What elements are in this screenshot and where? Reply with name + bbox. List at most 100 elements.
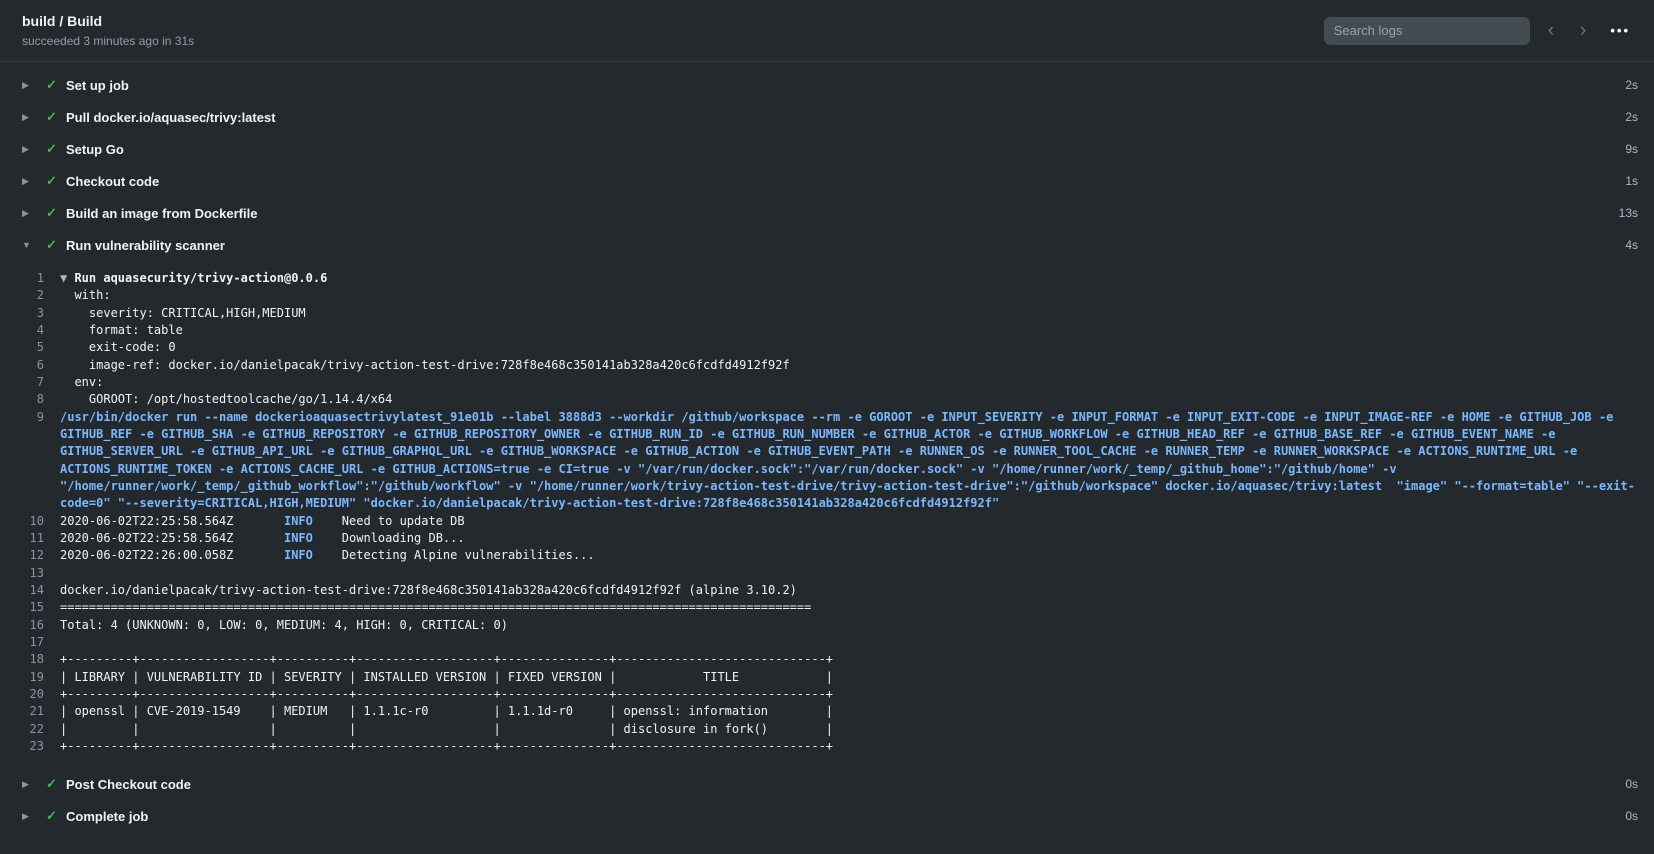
chevron-right-icon[interactable]: ▶ (22, 80, 46, 91)
line-number[interactable]: 9 (0, 409, 44, 513)
log-text: ========================================… (60, 599, 1654, 616)
log-line: 14 docker.io/danielpacak/trivy-action-tes… (0, 582, 1654, 599)
step-row-checkout-code[interactable]: ▶ ✓ Checkout code 1s (0, 165, 1654, 197)
log-group-toggle-icon[interactable]: ▼ (60, 271, 74, 285)
line-number[interactable]: 7 (0, 374, 44, 391)
step-label: Pull docker.io/aquasec/trivy:latest (66, 109, 276, 125)
log-text: /usr/bin/docker run --name dockerioaquas… (60, 409, 1654, 513)
chevron-down-icon[interactable]: ▼ (22, 240, 46, 250)
log-line: 13 (0, 565, 1654, 582)
log-line: 4 format: table (0, 322, 1654, 339)
log-segment: 2020-06-02T22:26:00.058Z (60, 548, 284, 563)
log-segment: ========================================… (60, 600, 812, 615)
log-segment: severity: CRITICAL,HIGH,MEDIUM (60, 305, 306, 320)
log-line: 17 (0, 634, 1654, 651)
line-number[interactable]: 22 (0, 721, 44, 738)
log-line: 9/usr/bin/docker run --name dockerioaqua… (0, 409, 1654, 513)
log-segment: | openssl | CVE-2019-1549 | MEDIUM | 1.1… (60, 704, 834, 719)
line-number[interactable]: 15 (0, 599, 44, 616)
log-line: 15 ======================================… (0, 599, 1654, 616)
line-number[interactable]: 14 (0, 582, 44, 599)
log-line: 22 | | | | | | disclosure in fork() | (0, 721, 1654, 738)
prev-match-button[interactable]: ‹ (1540, 17, 1562, 45)
check-icon: ✓ (46, 141, 57, 156)
step-row-pull-docker-io-aquasec-trivy-latest[interactable]: ▶ ✓ Pull docker.io/aquasec/trivy:latest 2s (0, 101, 1654, 133)
step-duration: 13s (1618, 206, 1638, 220)
chevron-right-icon[interactable]: ▶ (22, 779, 46, 790)
step-label: Post Checkout code (66, 776, 191, 792)
log-text: Total: 4 (UNKNOWN: 0, LOW: 0, MEDIUM: 4,… (60, 617, 1654, 634)
log-text: env: (60, 374, 1654, 391)
chevron-right-icon[interactable]: ▶ (22, 176, 46, 187)
step-duration: 0s (1625, 809, 1638, 824)
log-segment: | LIBRARY | VULNERABILITY ID | SEVERITY … (60, 669, 834, 684)
check-icon: ✓ (46, 109, 57, 124)
step-duration: 9s (1625, 142, 1638, 156)
line-number[interactable]: 5 (0, 339, 44, 356)
log-segment: exit-code: 0 (60, 340, 176, 355)
log-text: ▼ Run aquasecurity/trivy-action@0.0.6 (60, 270, 1654, 287)
line-number[interactable]: 13 (0, 565, 44, 582)
line-number[interactable]: 1 (0, 270, 44, 287)
log-segment: INFO (283, 513, 313, 528)
line-number[interactable]: 23 (0, 738, 44, 755)
log-segment: GOROOT: /opt/hostedtoolcache/go/1.14.4/x… (60, 392, 393, 407)
log-text: 2020-06-02T22:25:58.564Z INFO Need to up… (60, 513, 1654, 530)
log-text: +---------+------------------+----------… (60, 738, 1654, 755)
line-number[interactable]: 21 (0, 703, 44, 720)
step-duration: 0s (1625, 777, 1638, 792)
line-number[interactable]: 18 (0, 651, 44, 668)
step-row-setup-go[interactable]: ▶ ✓ Setup Go 9s (0, 133, 1654, 165)
page-title: build / Build (22, 13, 194, 29)
line-number[interactable]: 19 (0, 669, 44, 686)
job-status: succeeded 3 minutes ago in 31s (22, 34, 195, 48)
line-number[interactable]: 12 (0, 547, 44, 564)
log-text: +---------+------------------+----------… (60, 686, 1654, 703)
line-number[interactable]: 3 (0, 305, 44, 322)
check-icon: ✓ (46, 237, 57, 252)
check-icon: ✓ (46, 808, 57, 824)
log-line: 5 exit-code: 0 (0, 339, 1654, 356)
search-input[interactable] (1323, 16, 1530, 45)
log-line: 2 with: (0, 287, 1654, 304)
log-text: docker.io/danielpacak/trivy-action-test-… (60, 582, 1654, 599)
line-number[interactable]: 16 (0, 617, 44, 634)
log-segment: Run aquasecurity/trivy-action@0.0.6 (74, 271, 328, 285)
log-text: with: (60, 287, 1654, 304)
log-text: | LIBRARY | VULNERABILITY ID | SEVERITY … (60, 669, 1654, 686)
log-segment: /usr/bin/docker run --name dockerioaquas… (60, 409, 1635, 511)
log-segment: INFO (283, 530, 313, 545)
line-number[interactable]: 4 (0, 322, 44, 339)
step-row-complete-job[interactable]: ▶ ✓ Complete job 0s (0, 800, 1654, 832)
chevron-right-icon: › (1580, 19, 1587, 41)
line-number[interactable]: 20 (0, 686, 44, 703)
log-text: +---------+------------------+----------… (60, 651, 1654, 668)
chevron-right-icon[interactable]: ▶ (22, 811, 46, 822)
chevron-right-icon[interactable]: ▶ (22, 112, 46, 123)
log-segment: Downloading DB... (312, 530, 465, 545)
line-number[interactable]: 11 (0, 530, 44, 547)
step-row-build-an-image-from-dockerfile[interactable]: ▶ ✓ Build an image from Dockerfile 13s (0, 197, 1654, 229)
log-text: format: table (60, 322, 1654, 339)
more-options-button[interactable]: ••• (1604, 17, 1638, 45)
step-row-run-vulnerability-scanner[interactable]: ▼ ✓ Run vulnerability scanner 4s (0, 229, 1654, 261)
next-match-button[interactable]: › (1572, 17, 1594, 45)
line-number[interactable]: 17 (0, 634, 44, 651)
step-row-set-up-job[interactable]: ▶ ✓ Set up job 2s (0, 69, 1654, 101)
log-segment: +---------+------------------+----------… (60, 652, 834, 667)
step-row-post-checkout-code[interactable]: ▶ ✓ Post Checkout code 0s (0, 768, 1654, 800)
line-number[interactable]: 2 (0, 287, 44, 304)
step-label: Build an image from Dockerfile (66, 205, 258, 221)
step-duration: 4s (1625, 238, 1638, 252)
log-line: 8 GOROOT: /opt/hostedtoolcache/go/1.14.4… (0, 391, 1654, 408)
chevron-right-icon[interactable]: ▶ (22, 144, 46, 155)
line-number[interactable]: 8 (0, 391, 44, 408)
log-segment: Total: 4 (UNKNOWN: 0, LOW: 0, MEDIUM: 4,… (60, 617, 508, 632)
chevron-right-icon[interactable]: ▶ (22, 208, 46, 219)
step-duration: 1s (1625, 174, 1638, 188)
log-line: 16 Total: 4 (UNKNOWN: 0, LOW: 0, MEDIUM: … (0, 617, 1654, 634)
line-number[interactable]: 10 (0, 513, 44, 530)
line-number[interactable]: 6 (0, 357, 44, 374)
log-segment: format: table (60, 322, 183, 337)
